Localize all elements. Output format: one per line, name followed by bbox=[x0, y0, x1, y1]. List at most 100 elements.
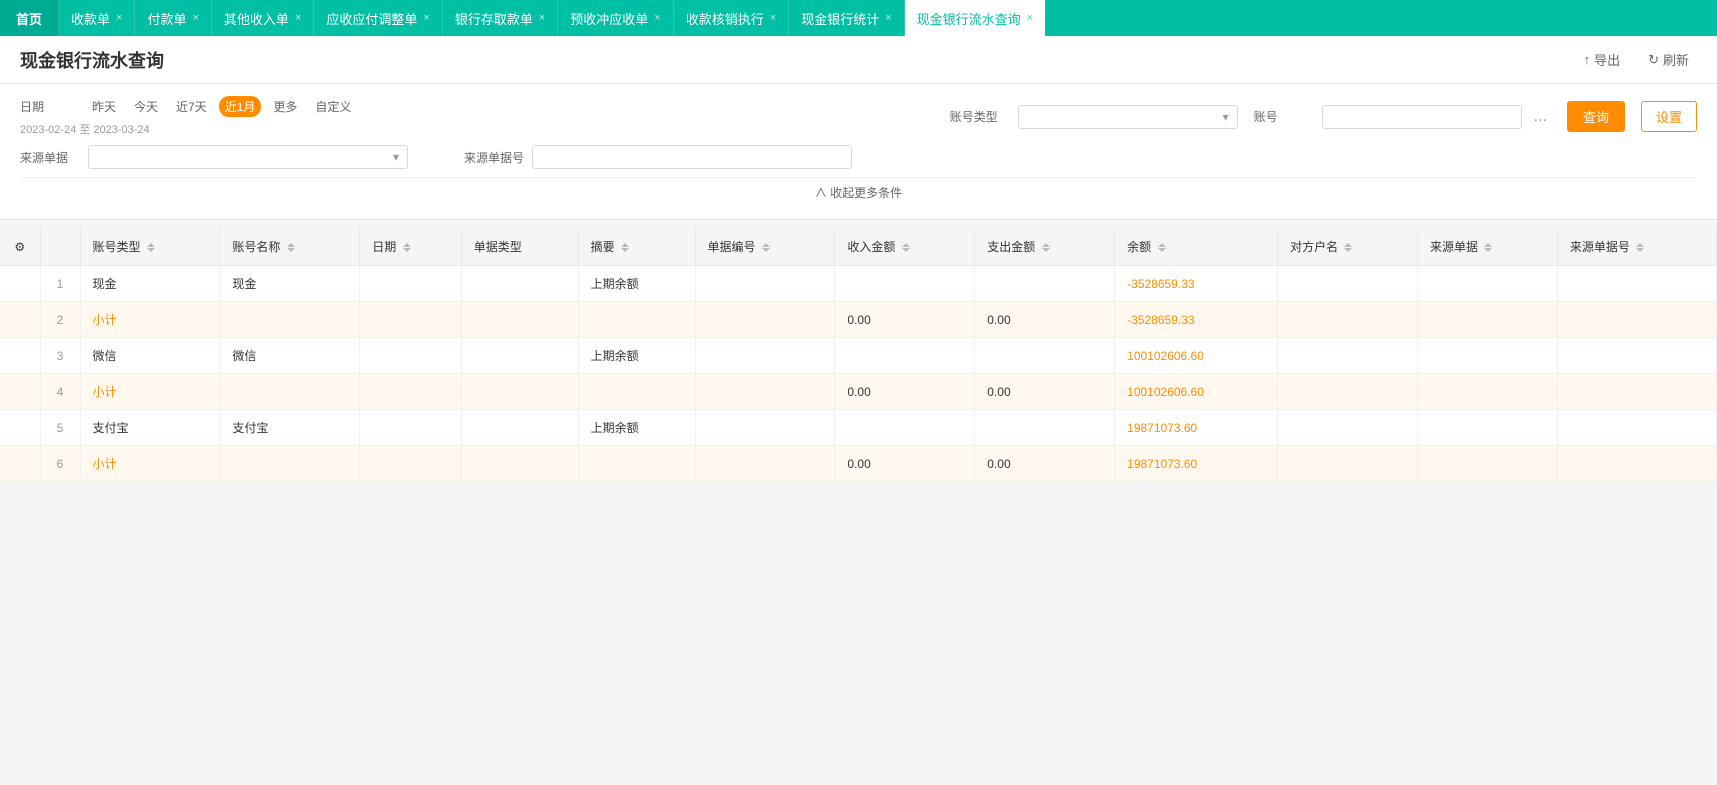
th-doc-no[interactable]: 单据编号 bbox=[695, 228, 835, 266]
collapse-bar[interactable]: ∧ 收起更多条件 bbox=[20, 177, 1697, 207]
td-income: 0.00 bbox=[835, 302, 975, 338]
td-idx: 1 bbox=[40, 266, 80, 302]
nav-home[interactable]: 首页 bbox=[0, 0, 59, 36]
nav-tab-7[interactable]: 现金银行统计× bbox=[789, 0, 904, 36]
td-summary bbox=[578, 446, 695, 482]
export-button[interactable]: ↑ 导出 bbox=[1576, 46, 1629, 73]
td-date bbox=[360, 446, 461, 482]
account-type-group: 账号类型 ▾ bbox=[950, 105, 1238, 129]
td-account-name bbox=[220, 302, 360, 338]
td-doc-type bbox=[461, 446, 578, 482]
td-expense bbox=[975, 266, 1115, 302]
td-idx: 5 bbox=[40, 410, 80, 446]
account-input[interactable] bbox=[1322, 105, 1522, 129]
nav-tab-1[interactable]: 付款单× bbox=[135, 0, 211, 36]
collapse-label: 收起更多条件 bbox=[830, 186, 902, 200]
more-dots[interactable]: ... bbox=[1530, 108, 1551, 126]
td-counterparty bbox=[1278, 410, 1418, 446]
nav-tab-close-7[interactable]: × bbox=[885, 12, 891, 24]
nav-tab-8[interactable]: 现金银行流水查询× bbox=[905, 0, 1045, 36]
td-gear bbox=[0, 266, 40, 302]
refresh-button[interactable]: ↻ 刷新 bbox=[1640, 46, 1697, 73]
nav-tab-close-4[interactable]: × bbox=[539, 12, 545, 24]
td-date bbox=[360, 266, 461, 302]
table-row: 1现金现金上期余额-3528659.33 bbox=[0, 266, 1717, 302]
td-doc-type bbox=[461, 302, 578, 338]
refresh-icon: ↻ bbox=[1648, 52, 1659, 68]
td-account-name: 现金 bbox=[220, 266, 360, 302]
th-account-type[interactable]: 账号类型 bbox=[80, 228, 220, 266]
date-btn-today[interactable]: 今天 bbox=[128, 96, 164, 117]
td-income: 0.00 bbox=[835, 374, 975, 410]
td-income bbox=[835, 266, 975, 302]
source-doc-no-label: 来源单据号 bbox=[464, 149, 524, 166]
td-account-type: 微信 bbox=[80, 338, 220, 374]
th-balance[interactable]: 余额 bbox=[1115, 228, 1278, 266]
td-doc-type bbox=[461, 266, 578, 302]
date-btn-custom[interactable]: 自定义 bbox=[309, 96, 357, 117]
td-source-doc-no bbox=[1557, 302, 1716, 338]
td-source-doc bbox=[1417, 338, 1557, 374]
th-counterparty[interactable]: 对方户名 bbox=[1278, 228, 1418, 266]
td-expense: 0.00 bbox=[975, 374, 1115, 410]
td-income bbox=[835, 338, 975, 374]
source-doc-select[interactable]: ▾ bbox=[88, 145, 408, 169]
source-doc-label: 来源单据 bbox=[20, 149, 80, 166]
table-row: 2小计0.000.00-3528659.33 bbox=[0, 302, 1717, 338]
th-source-doc-no[interactable]: 来源单据号 bbox=[1557, 228, 1716, 266]
nav-tab-close-6[interactable]: × bbox=[770, 12, 776, 24]
th-source-doc[interactable]: 来源单据 bbox=[1417, 228, 1557, 266]
nav-tab-close-5[interactable]: × bbox=[654, 12, 660, 24]
date-btn-yesterday[interactable]: 昨天 bbox=[86, 96, 122, 117]
td-balance: -3528659.33 bbox=[1115, 302, 1278, 338]
td-date bbox=[360, 338, 461, 374]
nav-tab-close-active[interactable]: × bbox=[1027, 12, 1033, 24]
nav-tab-5[interactable]: 预收冲应收单× bbox=[558, 0, 673, 36]
td-doc-type bbox=[461, 410, 578, 446]
nav-tab-close-2[interactable]: × bbox=[295, 12, 301, 24]
date-btn-more[interactable]: 更多 bbox=[267, 96, 303, 117]
nav-tab-close-1[interactable]: × bbox=[192, 12, 198, 24]
td-gear bbox=[0, 338, 40, 374]
date-range-display: 2023-02-24 至 2023-03-24 bbox=[20, 121, 357, 137]
td-doc-type bbox=[461, 338, 578, 374]
th-summary[interactable]: 摘要 bbox=[578, 228, 695, 266]
td-expense bbox=[975, 338, 1115, 374]
date-btn-1month[interactable]: 近1月 bbox=[219, 96, 262, 117]
td-counterparty bbox=[1278, 446, 1418, 482]
td-summary: 上期余额 bbox=[578, 410, 695, 446]
nav-tab-0[interactable]: 收款单× bbox=[59, 0, 135, 36]
th-date[interactable]: 日期 bbox=[360, 228, 461, 266]
td-counterparty bbox=[1278, 338, 1418, 374]
td-gear bbox=[0, 374, 40, 410]
td-expense bbox=[975, 410, 1115, 446]
td-doc-no bbox=[695, 302, 835, 338]
nav-tab-6[interactable]: 收款核销执行× bbox=[674, 0, 789, 36]
th-income[interactable]: 收入金额 bbox=[835, 228, 975, 266]
td-gear bbox=[0, 446, 40, 482]
nav-tab-3[interactable]: 应收应付调整单× bbox=[314, 0, 442, 36]
td-account-name: 微信 bbox=[220, 338, 360, 374]
td-income: 0.00 bbox=[835, 446, 975, 482]
td-source-doc-no bbox=[1557, 410, 1716, 446]
nav-tab-close-0[interactable]: × bbox=[116, 12, 122, 24]
nav-tab-4[interactable]: 银行存取款单× bbox=[443, 0, 558, 36]
th-account-name[interactable]: 账号名称 bbox=[220, 228, 360, 266]
td-source-doc bbox=[1417, 446, 1557, 482]
nav-tab-close-3[interactable]: × bbox=[423, 12, 429, 24]
query-button[interactable]: 查询 bbox=[1567, 101, 1625, 132]
th-expense[interactable]: 支出金额 bbox=[975, 228, 1115, 266]
settings-button[interactable]: 设置 bbox=[1641, 101, 1697, 132]
account-type-select[interactable]: ▾ bbox=[1018, 105, 1238, 129]
header-actions: ↑ 导出 ↻ 刷新 bbox=[1576, 46, 1697, 73]
td-account-type: 支付宝 bbox=[80, 410, 220, 446]
date-btn-7days[interactable]: 近7天 bbox=[170, 96, 213, 117]
table-row: 3微信微信上期余额100102606.60 bbox=[0, 338, 1717, 374]
td-date bbox=[360, 374, 461, 410]
td-source-doc bbox=[1417, 374, 1557, 410]
source-doc-no-input[interactable] bbox=[532, 145, 852, 169]
td-idx: 4 bbox=[40, 374, 80, 410]
th-gear[interactable]: ⚙ bbox=[0, 228, 40, 266]
nav-tab-2[interactable]: 其他收入单× bbox=[212, 0, 314, 36]
td-expense: 0.00 bbox=[975, 446, 1115, 482]
